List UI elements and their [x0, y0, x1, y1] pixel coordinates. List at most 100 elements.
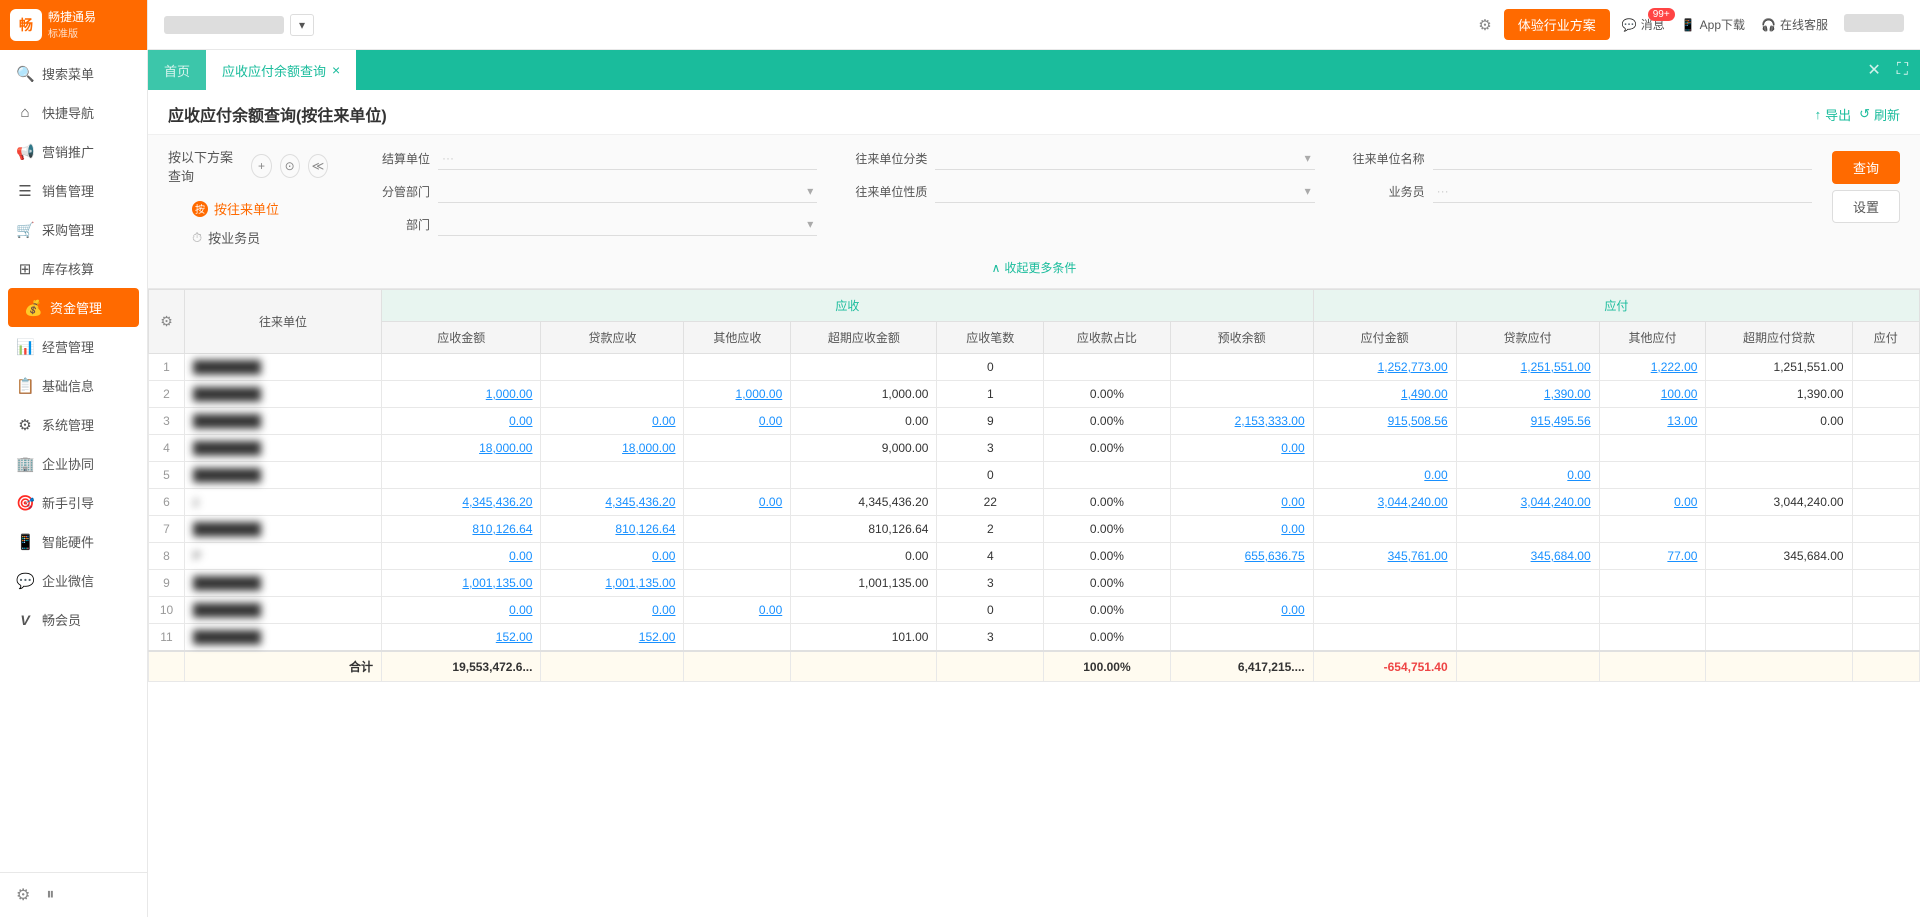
qtys [684, 462, 791, 489]
nature-select[interactable]: ▾ [935, 180, 1314, 203]
yf-extra [1852, 543, 1919, 570]
summary-ysjine: 19,553,472.6... [382, 651, 541, 682]
summary-ysy: 6,417,215.... [1170, 651, 1313, 682]
filter-option-partner[interactable]: 按 按往来单位 [184, 195, 328, 222]
row-index: 8 [149, 543, 185, 570]
partner-name: ████████ [185, 462, 382, 489]
solution-button[interactable]: 体验行业方案 [1504, 9, 1610, 40]
cqysjine: 4,345,436.20 [791, 489, 937, 516]
settlement-input[interactable]: ··· [438, 147, 817, 170]
sidebar-item-purchase[interactable]: 🛒 采购管理 [0, 210, 147, 249]
sidebar-item-search[interactable]: 🔍 搜索菜单 [0, 54, 147, 93]
partner-name-input[interactable] [1433, 147, 1812, 170]
dkyf [1456, 624, 1599, 652]
user-info[interactable] [1844, 14, 1904, 35]
dkyf [1456, 570, 1599, 597]
sidebar-item-basic[interactable]: 📋 基础信息 [0, 366, 147, 405]
cqysjine: 101.00 [791, 624, 937, 652]
home-icon: ⌂ [16, 104, 34, 121]
ysy: 0.00 [1170, 516, 1313, 543]
settings-footer-icon[interactable]: ⚙ [16, 885, 30, 905]
th-yskzb: 应收款占比 [1044, 322, 1170, 354]
refresh-button[interactable]: ↺ 刷新 [1859, 105, 1900, 124]
ysy: 2,153,333.00 [1170, 408, 1313, 435]
row-index: 2 [149, 381, 185, 408]
tab-home[interactable]: 首页 [148, 50, 206, 90]
qtys: 1,000.00 [684, 381, 791, 408]
sidebar-item-quicknav[interactable]: ⌂ 快捷导航 [0, 93, 147, 132]
category-select[interactable]: ▾ [935, 147, 1314, 170]
sidebar-item-member[interactable]: V 畅会员 [0, 600, 147, 639]
table-settings-gear[interactable]: ⚙ [160, 313, 173, 329]
qtys [684, 354, 791, 381]
th-ysy: 预收余额 [1170, 322, 1313, 354]
online-service-btn[interactable]: 🎧 在线客服 [1761, 16, 1828, 33]
message-btn[interactable]: 💬 消息 99+ [1622, 16, 1665, 33]
cqyf: 3,044,240.00 [1706, 489, 1852, 516]
dkys: 0.00 [541, 408, 684, 435]
filter-back-btn[interactable]: ≪ [308, 154, 328, 178]
set-button[interactable]: 设置 [1832, 190, 1900, 223]
qtyf [1599, 597, 1706, 624]
filter-add-btn[interactable]: + [251, 154, 271, 178]
table-container: ⚙ 往来单位 应收 应付 应收金额 贷款应收 其他应收 超期应收金额 应收笔数 … [148, 289, 1920, 917]
dkys: 18,000.00 [541, 435, 684, 462]
partner-option-icon: 按 [192, 201, 208, 217]
summary-yfextra [1852, 651, 1919, 682]
app-download-btn[interactable]: 📱 App下载 [1681, 16, 1745, 33]
ysjine [382, 354, 541, 381]
logo-text: 畅捷通易 标准版 [48, 10, 96, 41]
filter-option-salesman[interactable]: ⏱ 按业务员 [184, 224, 328, 251]
collapse-button[interactable]: ∧ 收起更多条件 [992, 259, 1077, 276]
sidebar-item-hardware[interactable]: 📱 智能硬件 [0, 522, 147, 561]
yf-extra [1852, 435, 1919, 462]
dkys: 810,126.64 [541, 516, 684, 543]
department-select[interactable]: ▾ [438, 180, 817, 203]
ysbs: 0 [937, 597, 1044, 624]
yfjine: 345,761.00 [1313, 543, 1456, 570]
salesman-input[interactable]: ··· [1433, 180, 1812, 203]
filter-settings-btn[interactable]: ⊙ [280, 154, 300, 178]
tab-close-window-btn[interactable]: ✕ [1863, 56, 1884, 84]
sidebar-item-sales[interactable]: ☰ 销售管理 [0, 171, 147, 210]
dkys: 4,345,436.20 [541, 489, 684, 516]
filter-label: 按以下方案查询 [168, 147, 243, 185]
dkys [541, 381, 684, 408]
export-button[interactable]: ↑ 导出 [1815, 105, 1852, 124]
tab-close-btn[interactable]: × [332, 62, 340, 78]
query-button[interactable]: 查询 [1832, 151, 1900, 184]
ysjine: 18,000.00 [382, 435, 541, 462]
qtys [684, 570, 791, 597]
sidebar-item-inventory[interactable]: ⊞ 库存核算 [0, 249, 147, 288]
th-gear[interactable]: ⚙ [149, 290, 185, 354]
dkys: 1,001,135.00 [541, 570, 684, 597]
tab-receivable[interactable]: 应收应付余额查询 × [206, 50, 356, 90]
gear-icon[interactable]: ⚙ [1478, 16, 1491, 34]
yfjine [1313, 435, 1456, 462]
sidebar-item-system[interactable]: ⚙ 系统管理 [0, 405, 147, 444]
sidebar-item-marketing[interactable]: 📢 营销推广 [0, 132, 147, 171]
summary-label: 合计 [185, 651, 382, 682]
ysbs: 3 [937, 435, 1044, 462]
pause-footer-icon[interactable]: ⏸ [46, 886, 54, 904]
sidebar-item-enterprise[interactable]: 🏢 企业协同 [0, 444, 147, 483]
sidebar-item-operations[interactable]: 📊 经营管理 [0, 327, 147, 366]
th-qtys: 其他应收 [684, 322, 791, 354]
cqyf [1706, 624, 1852, 652]
filter-top: 按以下方案查询 + ⊙ ≪ [168, 147, 328, 185]
partner-name: ████████ [185, 516, 382, 543]
sidebar-item-funds[interactable]: 💰 资金管理 [8, 288, 139, 327]
search-icon: 🔍 [16, 65, 34, 83]
summary-dkys [541, 651, 684, 682]
dropdown-btn[interactable]: ▾ [290, 14, 314, 36]
ysjine: 0.00 [382, 408, 541, 435]
sidebar-item-guide[interactable]: 🎯 新手引导 [0, 483, 147, 522]
cqysjine: 1,000.00 [791, 381, 937, 408]
yfjine: 1,490.00 [1313, 381, 1456, 408]
qtyf: 13.00 [1599, 408, 1706, 435]
tab-maximize-btn[interactable]: ⛶ [1893, 57, 1912, 83]
tabbar: 首页 应收应付余额查询 × ✕ ⛶ [148, 50, 1920, 90]
dept2-select[interactable]: ▾ [438, 213, 817, 236]
sidebar-item-wechat[interactable]: 💬 企业微信 [0, 561, 147, 600]
dkys [541, 462, 684, 489]
